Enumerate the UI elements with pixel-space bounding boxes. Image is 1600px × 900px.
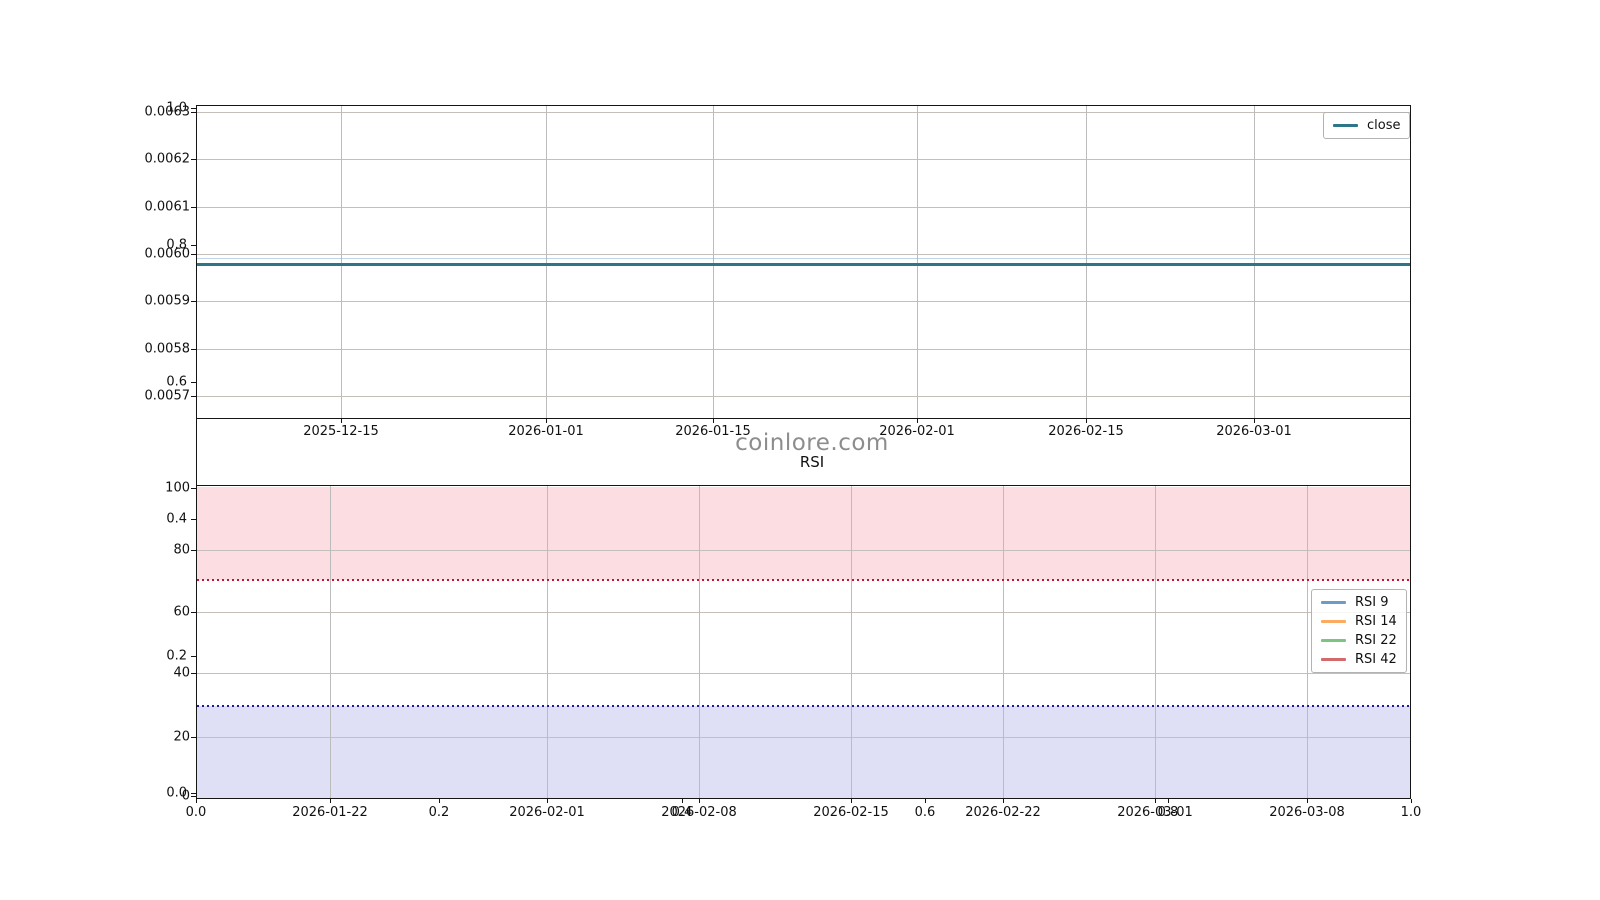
rsi14-line-swatch (1321, 620, 1346, 623)
price-x-tick-label: 2026-02-15 (1048, 424, 1124, 439)
overlay-x-tick-label: 0.2 (428, 805, 450, 820)
overlay-y-tick-label: 0.8 (166, 237, 187, 253)
overlay-y-tick-label: 0.6 (166, 374, 187, 390)
rsi-x-tick-mark (1003, 799, 1004, 803)
rsi-x-tick-mark (439, 799, 440, 803)
price-x-tick-label: 2026-03-01 (1216, 424, 1292, 439)
rsi-y-tick-label: 60 (173, 604, 190, 620)
price-y-tick-label: 0.0061 (144, 199, 191, 215)
rsi-x-tick-mark (851, 799, 852, 803)
y-tick-mark (191, 796, 196, 797)
overlay-y-tick-label: 0.2 (166, 648, 187, 664)
price-y-tick-label: 0.0059 (144, 293, 191, 309)
price-x-tick-mark (917, 419, 918, 423)
rsi-x-tick-label: 2026-02-15 (813, 805, 889, 820)
figure: close RSI 9 RSI 14 RSI 22 RSI 42 coinlor… (0, 0, 1600, 900)
y-tick-mark (191, 488, 196, 489)
rsi42-line-swatch (1321, 658, 1346, 661)
rsi-x-tick-mark (1307, 799, 1308, 803)
rsi-x-tick-label: 2026-03-01 (1117, 805, 1193, 820)
price-plot-box (196, 105, 1411, 419)
overlay-x-tick-label: 0.4 (671, 805, 693, 820)
y-tick-mark (191, 207, 196, 208)
rsi-x-tick-mark (925, 799, 926, 803)
rsi-x-tick-mark (547, 799, 548, 803)
y-tick-mark (191, 108, 196, 109)
rsi-legend: RSI 9 RSI 14 RSI 22 RSI 42 (1311, 589, 1407, 673)
rsi22-line-swatch (1321, 639, 1346, 642)
rsi-legend-row: RSI 14 (1312, 612, 1406, 631)
price-x-tick-mark (713, 419, 714, 423)
rsi-y-tick-label: 0 (181, 788, 190, 804)
y-tick-mark (191, 793, 196, 794)
y-tick-mark (191, 656, 196, 657)
y-tick-mark (191, 382, 196, 383)
rsi-x-tick-label: 2026-02-01 (509, 805, 585, 820)
close-legend-label: close (1367, 118, 1401, 133)
price-y-tick-label: 0.0062 (144, 151, 191, 167)
y-tick-mark (191, 396, 196, 397)
rsi-x-tick-mark (682, 799, 683, 803)
price-x-tick-label: 2025-12-15 (303, 424, 379, 439)
rsi-x-tick-mark (699, 799, 700, 803)
rsi9-line-swatch (1321, 601, 1346, 604)
price-x-tick-mark (546, 419, 547, 423)
price-x-tick-mark (341, 419, 342, 423)
close-line-swatch (1333, 124, 1358, 127)
price-x-tick-label: 2026-01-01 (508, 424, 584, 439)
price-legend: close (1323, 112, 1411, 139)
y-tick-mark (191, 737, 196, 738)
y-tick-mark (191, 254, 196, 255)
overlay-x-tick-label: 0.6 (914, 805, 936, 820)
rsi42-legend-label: RSI 42 (1355, 652, 1397, 667)
y-tick-mark (191, 550, 196, 551)
y-tick-mark (191, 159, 196, 160)
rsi-legend-row: RSI 42 (1312, 650, 1406, 669)
price-legend-row: close (1324, 116, 1409, 135)
rsi-y-tick-label: 80 (173, 542, 190, 558)
rsi-x-tick-label: 2026-03-08 (1269, 805, 1345, 820)
rsi-legend-row: RSI 9 (1312, 593, 1406, 612)
rsi22-legend-label: RSI 22 (1355, 633, 1397, 648)
rsi-x-tick-label: 2026-02-22 (965, 805, 1041, 820)
price-y-tick-label: 0.0058 (144, 341, 191, 357)
price-x-tick-mark (1254, 419, 1255, 423)
rsi-x-tick-mark (330, 799, 331, 803)
rsi14-legend-label: RSI 14 (1355, 614, 1397, 629)
y-tick-mark (191, 612, 196, 613)
y-tick-mark (191, 519, 196, 520)
price-x-tick-mark (1086, 419, 1087, 423)
y-tick-mark (191, 673, 196, 674)
rsi-x-tick-mark (1168, 799, 1169, 803)
rsi-x-tick-mark (196, 799, 197, 803)
rsi-x-tick-mark (1155, 799, 1156, 803)
rsi-y-tick-label: 100 (165, 480, 190, 496)
rsi-y-tick-label: 20 (173, 729, 190, 745)
rsi-x-tick-mark (1411, 799, 1412, 803)
price-x-tick-label: 2026-02-01 (879, 424, 955, 439)
overlay-y-tick-label: 0.4 (166, 511, 187, 527)
overlay-x-tick-label: 0.0 (185, 805, 207, 820)
rsi-legend-row: RSI 22 (1312, 631, 1406, 650)
rsi9-legend-label: RSI 9 (1355, 595, 1389, 610)
rsi-y-tick-label: 40 (173, 665, 190, 681)
overlay-x-tick-label: 0.8 (1157, 805, 1179, 820)
rsi-x-tick-label: 2026-01-22 (292, 805, 368, 820)
y-tick-mark (191, 112, 196, 113)
rsi-plot-box (196, 485, 1411, 799)
overlay-x-tick-label: 1.0 (1400, 805, 1422, 820)
overlay-y-tick-label: 1.0 (166, 100, 187, 116)
y-tick-mark (191, 245, 196, 246)
price-y-tick-label: 0.0057 (144, 388, 191, 404)
y-tick-mark (191, 349, 196, 350)
price-x-tick-label: 2026-01-15 (675, 424, 751, 439)
y-tick-mark (191, 301, 196, 302)
